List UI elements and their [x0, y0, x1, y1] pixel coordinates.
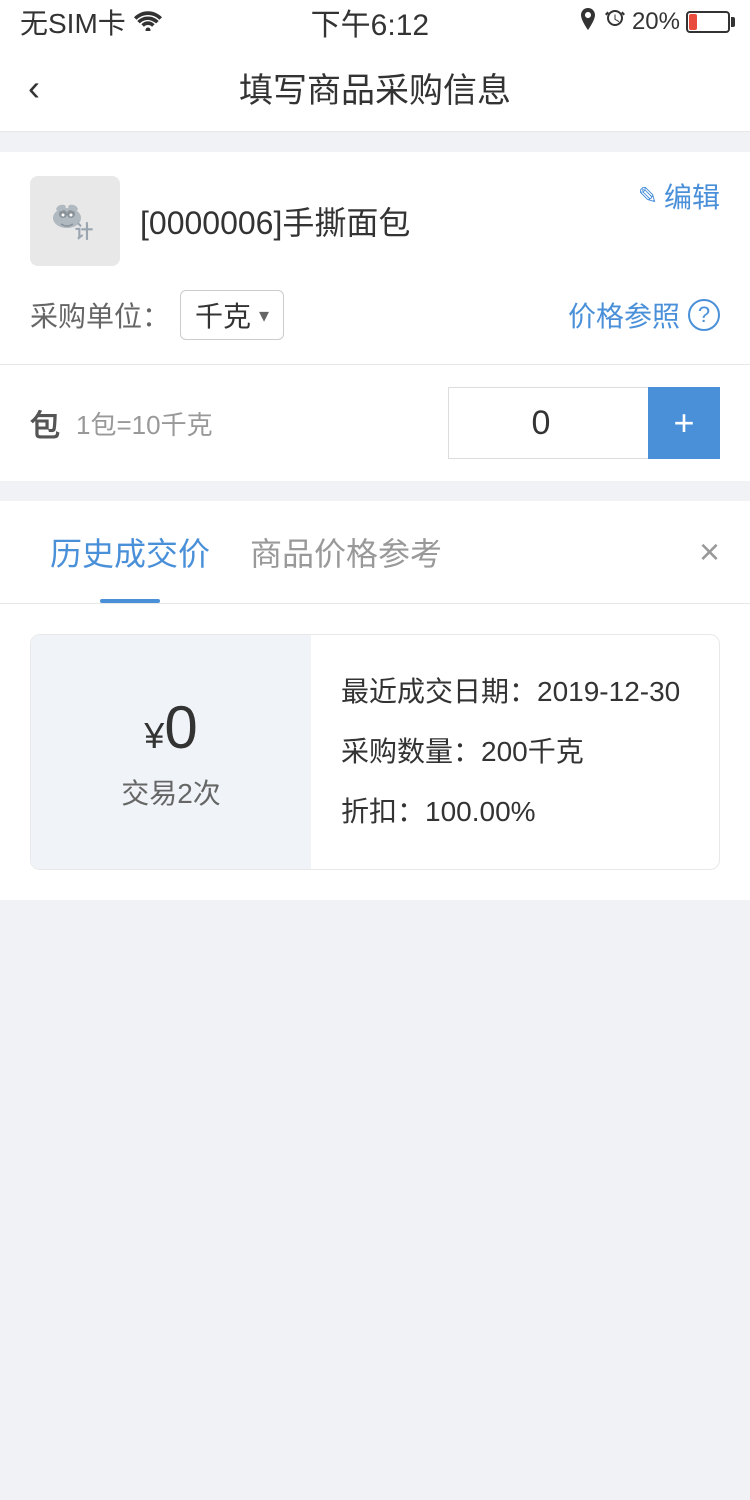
quantity-input-group: +: [448, 387, 720, 459]
purchase-qty-label: 采购数量：: [341, 736, 481, 767]
status-time: 下午6:12: [311, 0, 429, 44]
bottom-space: [0, 900, 750, 1500]
price-ref-icon: ?: [688, 299, 720, 331]
quantity-plus-button[interactable]: +: [648, 387, 720, 459]
currency-symbol: ¥: [144, 715, 164, 756]
tab-history-price[interactable]: 历史成交价: [30, 501, 230, 603]
quantity-unit: 包 1包=10千克: [30, 401, 213, 445]
discount-label: 折扣：: [341, 796, 425, 827]
price-panel-tabs: 历史成交价 商品价格参考 ×: [0, 501, 750, 604]
unit-select[interactable]: 千克 ▾: [180, 290, 284, 340]
product-meta: 采购单位： 千克 ▾ 价格参照 ?: [30, 290, 720, 340]
price-ref-label: 价格参照: [568, 295, 680, 335]
unit-value: 千克: [195, 295, 251, 335]
battery-percent: 20%: [632, 8, 680, 36]
quantity-row: 包 1包=10千克 +: [0, 364, 750, 481]
price-panel: 历史成交价 商品价格参考 × ¥0 交易2次 最近成交日期：2019-12-30…: [0, 501, 750, 900]
purchase-qty-row: 采购数量：200千克: [341, 731, 689, 773]
status-bar: 无SIM卡 下午6:12 20%: [0, 0, 750, 44]
edit-label: 编辑: [664, 176, 720, 216]
quantity-input[interactable]: [448, 387, 648, 459]
history-price-side: ¥0 交易2次: [31, 635, 311, 869]
recent-date-label: 最近成交日期：: [341, 676, 537, 707]
history-card: ¥0 交易2次 最近成交日期：2019-12-30 采购数量：200千克 折扣：…: [30, 634, 720, 870]
product-left: 计 [0000006]手撕面包: [30, 176, 410, 266]
product-header: 计 [0000006]手撕面包 ✎ 编辑: [30, 176, 720, 266]
history-detail-side: 最近成交日期：2019-12-30 采购数量：200千克 折扣：100.00%: [311, 635, 719, 869]
wifi-icon: [134, 6, 162, 38]
package-label: 包: [30, 401, 60, 445]
page-title: 填写商品采购信息: [239, 63, 511, 112]
history-section: ¥0 交易2次 最近成交日期：2019-12-30 采购数量：200千克 折扣：…: [0, 604, 750, 900]
status-left: 无SIM卡: [20, 2, 162, 42]
package-ratio: 1包=10千克: [76, 405, 213, 442]
product-card: 计 [0000006]手撕面包 ✎ 编辑 采购单位： 千克 ▾ 价格参照 ?: [0, 152, 750, 364]
close-button[interactable]: ×: [699, 531, 720, 573]
location-icon: [578, 8, 598, 37]
edit-button[interactable]: ✎ 编辑: [638, 176, 720, 216]
unit-label: 采购单位： 千克 ▾: [30, 290, 284, 340]
discount-value: 100.00%: [425, 796, 536, 827]
battery-icon: [686, 11, 730, 33]
alarm-icon: [604, 8, 626, 37]
status-right: 20%: [578, 8, 730, 37]
purchase-qty-value: 200千克: [481, 736, 584, 767]
svg-text:计: 计: [75, 221, 93, 242]
back-button[interactable]: ‹: [28, 67, 40, 109]
transaction-count: 交易2次: [121, 772, 221, 812]
signal-text: 无SIM卡: [20, 2, 126, 42]
nav-bar: ‹ 填写商品采购信息: [0, 44, 750, 132]
tab-product-price[interactable]: 商品价格参考: [230, 501, 462, 603]
price-value: 0: [164, 694, 197, 761]
history-price: ¥0: [144, 693, 197, 762]
edit-icon: ✎: [638, 182, 658, 211]
recent-date-row: 最近成交日期：2019-12-30: [341, 671, 689, 713]
recent-date-value: 2019-12-30: [537, 676, 680, 707]
price-ref-button[interactable]: 价格参照 ?: [568, 295, 720, 335]
discount-row: 折扣：100.00%: [341, 791, 689, 833]
product-thumbnail: 计: [30, 176, 120, 266]
unit-dropdown-arrow: ▾: [259, 303, 269, 328]
product-name: [0000006]手撕面包: [140, 198, 410, 244]
